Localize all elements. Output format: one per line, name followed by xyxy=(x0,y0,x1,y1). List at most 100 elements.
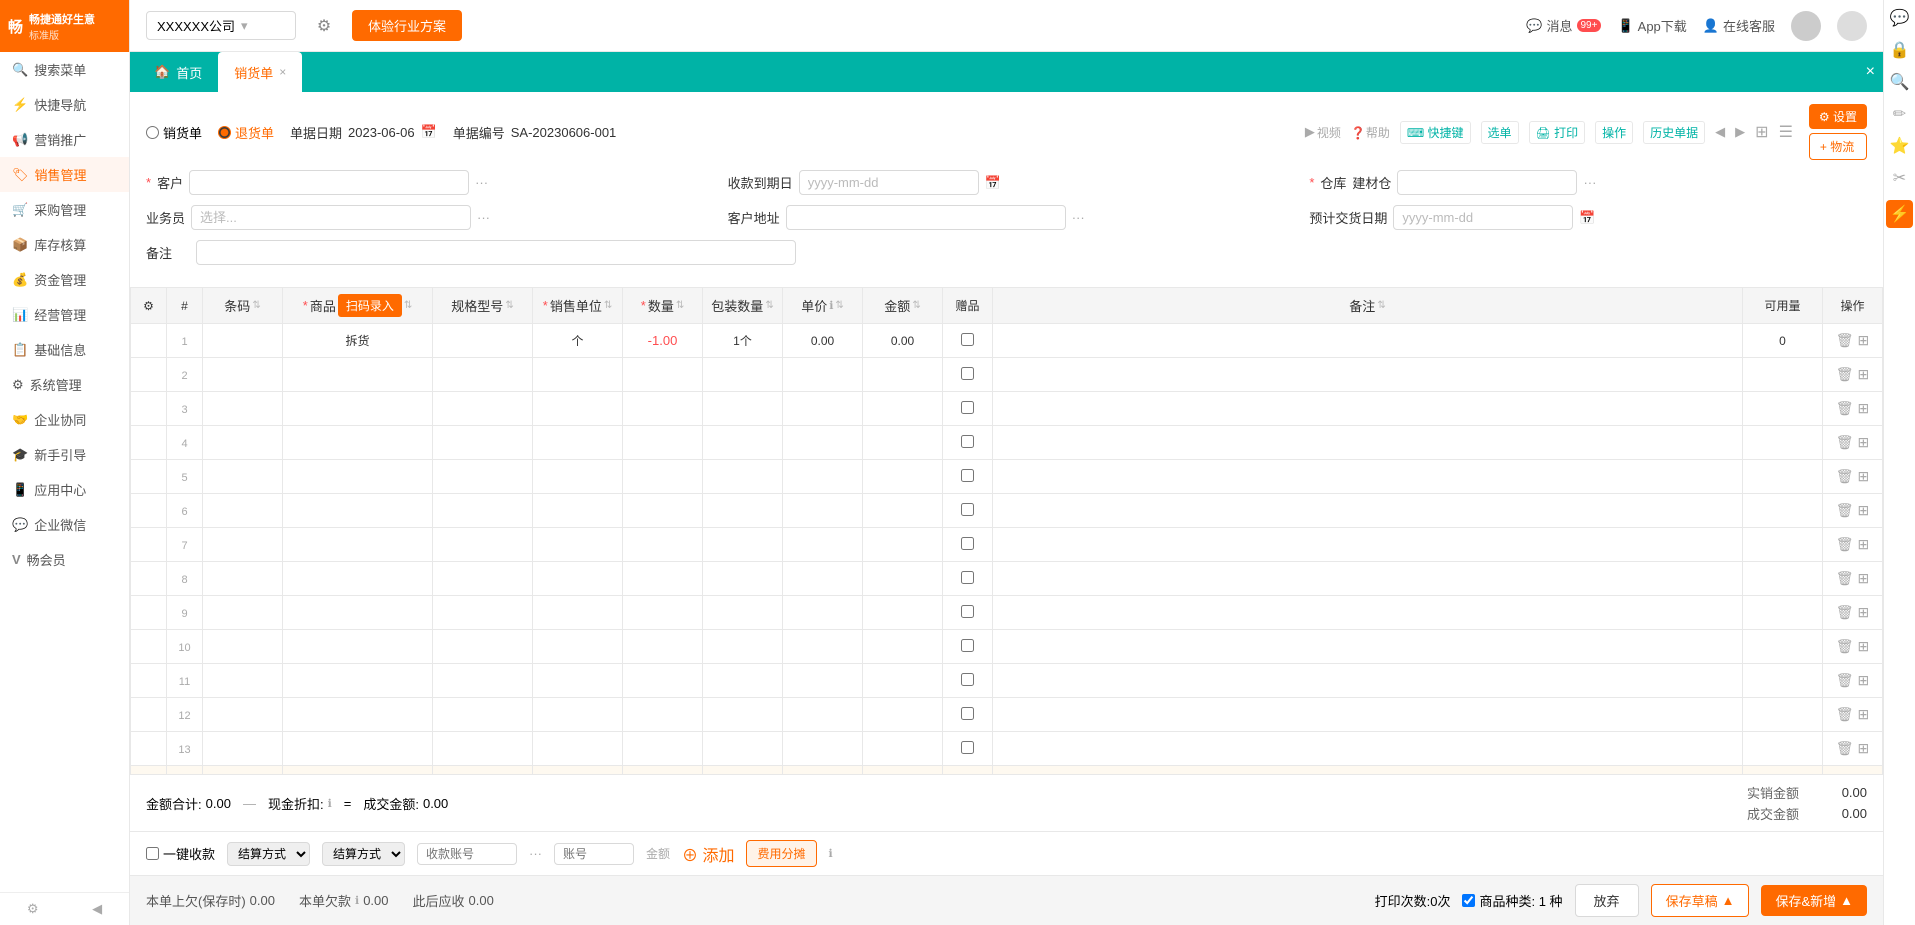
settlement-method-select[interactable]: 结算方式 xyxy=(227,842,310,866)
salesperson-input[interactable] xyxy=(191,205,471,230)
sidebar-settings-btn[interactable]: ⚙ xyxy=(27,901,39,917)
company-selector[interactable]: XXXXXX公司 ▾ xyxy=(146,11,296,40)
row6-delete-icon[interactable]: 🗑 xyxy=(1836,502,1854,519)
row1-price[interactable]: 0.00 xyxy=(783,324,863,358)
row13-copy-icon[interactable]: ⊞ xyxy=(1858,740,1870,757)
tab-close-icon[interactable]: × xyxy=(279,65,286,79)
row2-copy-icon[interactable]: ⊞ xyxy=(1858,366,1870,383)
row11-delete-icon[interactable]: 🗑 xyxy=(1836,672,1854,689)
row1-barcode[interactable] xyxy=(203,324,283,358)
sidebar-item-inventory[interactable]: 📦 库存核算 xyxy=(0,227,129,262)
row2-delete-icon[interactable]: 🗑 xyxy=(1836,366,1854,383)
row5-gift-checkbox[interactable] xyxy=(961,469,974,482)
row3-copy-icon[interactable]: ⊞ xyxy=(1858,400,1870,417)
expense-split-btn[interactable]: 费用分摊 xyxy=(746,840,816,867)
sidebar-item-sales[interactable]: 🏷 销售管理 xyxy=(0,157,129,192)
customer-addr-input[interactable] xyxy=(786,205,1066,230)
user-avatar2[interactable] xyxy=(1837,11,1867,41)
row5-delete-icon[interactable]: 🗑 xyxy=(1836,468,1854,485)
row7-gift-checkbox[interactable] xyxy=(961,537,974,550)
account-number-input[interactable] xyxy=(554,843,634,865)
customer-dots[interactable]: ··· xyxy=(475,175,488,190)
row3-gift-checkbox[interactable] xyxy=(961,401,974,414)
action-select[interactable]: 选单 xyxy=(1481,121,1519,144)
sidebar-item-collab[interactable]: 🤝 企业协同 xyxy=(0,402,129,437)
action-video[interactable]: ▶视频 xyxy=(1305,124,1341,141)
save-new-button[interactable]: 保存&新增 ▲ xyxy=(1761,885,1867,916)
expected-date-calendar[interactable]: 📅 xyxy=(1579,210,1595,226)
arrow-prev-icon[interactable]: ◀ xyxy=(1715,124,1725,140)
trial-btn[interactable]: 体验行业方案 xyxy=(352,10,462,41)
discount-info-icon[interactable]: ℹ xyxy=(328,797,332,810)
row3-delete-icon[interactable]: 🗑 xyxy=(1836,400,1854,417)
row1-pkg[interactable]: 1个 xyxy=(703,324,783,358)
one-click-pay-checkbox[interactable] xyxy=(146,847,159,860)
right-scissors-icon[interactable]: ✂ xyxy=(1893,168,1906,188)
tabbar-close-btn[interactable]: × xyxy=(1866,63,1875,81)
amount-sort-icon[interactable]: ⇅ xyxy=(912,300,920,311)
expense-info-icon[interactable]: ℹ xyxy=(829,847,833,860)
row9-delete-icon[interactable]: 🗑 xyxy=(1836,604,1854,621)
sidebar-item-marketing[interactable]: 📢 营销推广 xyxy=(0,122,129,157)
row4-copy-icon[interactable]: ⊞ xyxy=(1858,434,1870,451)
sidebar-item-search[interactable]: 🔍 搜索菜单 xyxy=(0,52,129,87)
row4-gift-checkbox[interactable] xyxy=(961,435,974,448)
row10-gift-checkbox[interactable] xyxy=(961,639,974,652)
sidebar-item-apps[interactable]: 📱 应用中心 xyxy=(0,472,129,507)
remarks-input[interactable] xyxy=(196,240,796,265)
scan-button[interactable]: 扫码录入 xyxy=(338,294,402,317)
setting-button[interactable]: ⚙ 设置 xyxy=(1809,104,1867,129)
row5-copy-icon[interactable]: ⊞ xyxy=(1858,468,1870,485)
date-calendar-icon[interactable]: 📅 xyxy=(421,124,437,140)
row7-copy-icon[interactable]: ⊞ xyxy=(1858,536,1870,553)
right-star-icon[interactable]: ⭐ xyxy=(1890,136,1910,156)
list-view-icon[interactable]: ☰ xyxy=(1779,122,1793,142)
sidebar-item-wechat[interactable]: 💬 企业微信 xyxy=(0,507,129,542)
row4-delete-icon[interactable]: 🗑 xyxy=(1836,434,1854,451)
tab-home[interactable]: 🏠 首页 xyxy=(138,52,218,92)
sidebar-item-base[interactable]: 📋 基础信息 xyxy=(0,332,129,367)
account-input[interactable] xyxy=(417,843,517,865)
row11-copy-icon[interactable]: ⊞ xyxy=(1858,672,1870,689)
row1-delete-icon[interactable]: 🗑 xyxy=(1836,332,1854,349)
sidebar-item-finance[interactable]: 💰 资金管理 xyxy=(0,262,129,297)
right-search-icon[interactable]: 🔍 xyxy=(1890,72,1910,92)
sidebar-item-member[interactable]: V 畅会员 xyxy=(0,542,129,577)
one-click-pay-label[interactable]: 一键收款 xyxy=(146,844,215,863)
row11-gift-checkbox[interactable] xyxy=(961,673,974,686)
warehouse-dots[interactable]: ··· xyxy=(1583,175,1596,190)
row2-gift-checkbox[interactable] xyxy=(961,367,974,380)
arrow-next-icon[interactable]: ▶ xyxy=(1735,124,1745,140)
radio-return-input[interactable] xyxy=(218,126,231,139)
th-settings[interactable]: ⚙ xyxy=(131,288,167,324)
messages-btn[interactable]: 💬 消息 99+ xyxy=(1526,16,1601,35)
tab-sales-order[interactable]: 销货单 × xyxy=(218,52,302,92)
qty-sort-icon[interactable]: ⇅ xyxy=(676,300,684,311)
price-info-icon[interactable]: ℹ xyxy=(829,299,833,312)
abandon-button[interactable]: 放弃 xyxy=(1575,884,1639,917)
row1-spec[interactable] xyxy=(433,324,533,358)
barcode-sort-icon[interactable]: ⇅ xyxy=(252,300,260,311)
row1-remark[interactable] xyxy=(993,324,1743,358)
row6-gift-checkbox[interactable] xyxy=(961,503,974,516)
add-payment-icon[interactable]: ⊕ 添加 xyxy=(682,842,734,866)
row7-delete-icon[interactable]: 🗑 xyxy=(1836,536,1854,553)
row13-delete-icon[interactable]: 🗑 xyxy=(1836,740,1854,757)
app-download-btn[interactable]: 📱 App下载 xyxy=(1617,16,1686,35)
sidebar-item-system[interactable]: ⚙ 系统管理 xyxy=(0,367,129,402)
salesperson-dots[interactable]: ··· xyxy=(477,210,490,225)
row12-copy-icon[interactable]: ⊞ xyxy=(1858,706,1870,723)
total-owed-info[interactable]: ℹ xyxy=(355,894,359,907)
unit-sort-icon[interactable]: ⇅ xyxy=(604,300,612,311)
row12-gift-checkbox[interactable] xyxy=(961,707,974,720)
right-edit-icon[interactable]: ✏ xyxy=(1893,104,1906,124)
row8-delete-icon[interactable]: 🗑 xyxy=(1836,570,1854,587)
action-ops[interactable]: 操作 xyxy=(1595,121,1633,144)
draft-button[interactable]: 保存草稿 ▲ xyxy=(1651,884,1750,917)
customer-addr-dots[interactable]: ··· xyxy=(1072,210,1085,225)
row1-copy-icon[interactable]: ⊞ xyxy=(1858,332,1870,349)
row10-copy-icon[interactable]: ⊞ xyxy=(1858,638,1870,655)
action-history[interactable]: 历史单据 xyxy=(1643,121,1705,144)
account-dots[interactable]: ··· xyxy=(529,846,542,861)
action-print[interactable]: 🖨 打印 xyxy=(1529,121,1586,144)
